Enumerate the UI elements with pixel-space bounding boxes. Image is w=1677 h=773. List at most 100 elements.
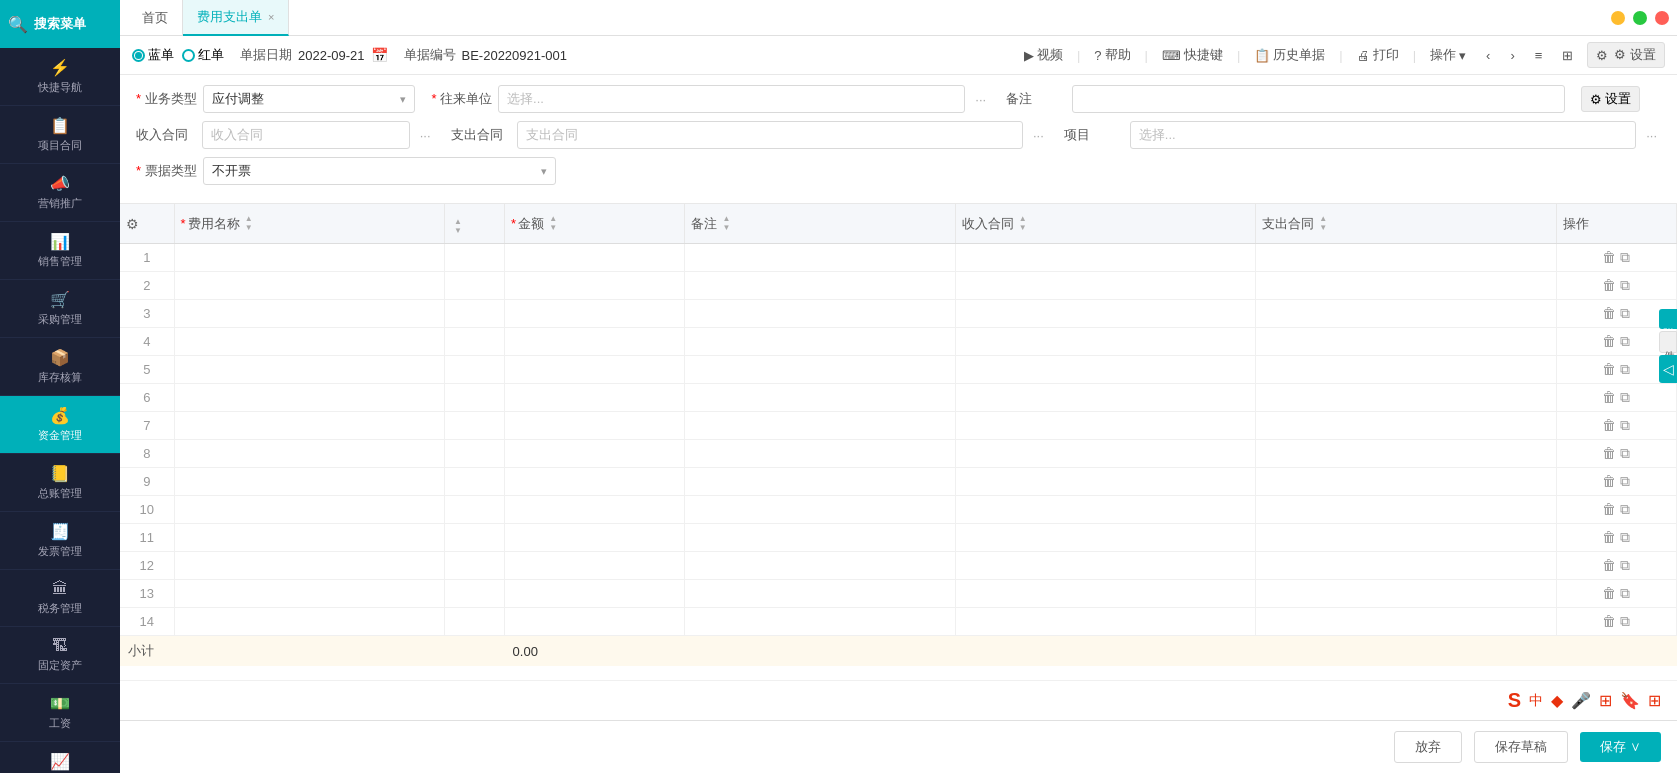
row-expense[interactable] xyxy=(1256,496,1556,524)
row-name[interactable] xyxy=(174,580,444,608)
row-note[interactable] xyxy=(685,552,955,580)
row-amount[interactable] xyxy=(505,524,685,552)
delete-icon[interactable]: 🗑 xyxy=(1602,557,1616,574)
copy-icon[interactable]: ⧉ xyxy=(1620,557,1630,574)
shortcut-button[interactable]: ⌨ 快捷键 xyxy=(1156,44,1229,66)
row-sort[interactable] xyxy=(445,300,505,328)
row-name[interactable] xyxy=(174,412,444,440)
sidebar-item-assets[interactable]: 🏗 固定资产 xyxy=(0,627,120,684)
minimize-button[interactable] xyxy=(1611,11,1625,25)
sort-col-arrows[interactable]: ▲ ▼ xyxy=(454,218,462,235)
delete-icon[interactable]: 🗑 xyxy=(1602,361,1616,378)
row-expense[interactable] xyxy=(1256,412,1556,440)
delete-icon[interactable]: 🗑 xyxy=(1602,501,1616,518)
amount-sort-arrows[interactable]: ▲ ▼ xyxy=(549,215,557,232)
settings-button[interactable]: ⚙ ⚙ 设置 xyxy=(1587,42,1665,68)
row-amount[interactable] xyxy=(505,272,685,300)
tab-home[interactable]: 首页 xyxy=(128,0,183,36)
row-expense[interactable] xyxy=(1256,468,1556,496)
row-note[interactable] xyxy=(685,496,955,524)
radio-red[interactable]: 红单 xyxy=(182,46,224,64)
row-income[interactable] xyxy=(955,412,1255,440)
sidebar-item-marketing[interactable]: 📣 营销推广 xyxy=(0,164,120,222)
partner-input[interactable]: 选择... xyxy=(498,85,965,113)
row-note[interactable] xyxy=(685,412,955,440)
copy-icon[interactable]: ⧉ xyxy=(1620,445,1630,462)
row-amount[interactable] xyxy=(505,552,685,580)
row-name[interactable] xyxy=(174,300,444,328)
copy-icon[interactable]: ⧉ xyxy=(1620,277,1630,294)
delete-icon[interactable]: 🗑 xyxy=(1602,585,1616,602)
sidebar-item-quick-nav[interactable]: ⚡ 快捷导航 xyxy=(0,48,120,106)
date-value[interactable]: 2022-09-21 xyxy=(298,48,365,63)
row-expense[interactable] xyxy=(1256,608,1556,636)
row-sort[interactable] xyxy=(445,328,505,356)
row-sort[interactable] xyxy=(445,524,505,552)
copy-icon[interactable]: ⧉ xyxy=(1620,473,1630,490)
sidebar-item-ops[interactable]: 📈 经营管理 xyxy=(0,742,120,773)
expense-contract-input[interactable]: 支出合同 xyxy=(517,121,1023,149)
invoice-type-select[interactable]: 不开票 ▾ xyxy=(203,157,556,185)
row-amount[interactable] xyxy=(505,356,685,384)
calendar-icon[interactable]: 📅 xyxy=(371,47,388,63)
copy-icon[interactable]: ⧉ xyxy=(1620,249,1630,266)
row-amount[interactable] xyxy=(505,468,685,496)
row-income[interactable] xyxy=(955,384,1255,412)
row-amount[interactable] xyxy=(505,384,685,412)
row-expense[interactable] xyxy=(1256,328,1556,356)
sidebar-item-sales[interactable]: 📊 销售管理 xyxy=(0,222,120,280)
row-amount[interactable] xyxy=(505,440,685,468)
row-amount[interactable] xyxy=(505,300,685,328)
maximize-button[interactable] xyxy=(1633,11,1647,25)
row-income[interactable] xyxy=(955,328,1255,356)
expense-sort-arrows[interactable]: ▲ ▼ xyxy=(1319,215,1327,232)
draft-button[interactable]: 保存草稿 xyxy=(1474,731,1568,763)
tab-expense[interactable]: 费用支出单 × xyxy=(183,0,289,36)
row-sort[interactable] xyxy=(445,356,505,384)
copy-icon[interactable]: ⧉ xyxy=(1620,333,1630,350)
sidebar-item-project-contract[interactable]: 📋 项目合同 xyxy=(0,106,120,164)
row-expense[interactable] xyxy=(1256,384,1556,412)
row-sort[interactable] xyxy=(445,580,505,608)
float-tab-attachment[interactable]: 附 xyxy=(1659,309,1677,329)
close-button[interactable] xyxy=(1655,11,1669,25)
radio-blue[interactable]: 蓝单 xyxy=(132,46,174,64)
row-note[interactable] xyxy=(685,272,955,300)
zhong-icon[interactable]: 中 xyxy=(1529,692,1543,710)
bookmark-icon[interactable]: 🔖 xyxy=(1620,691,1640,710)
grid-view-button[interactable]: ⊞ xyxy=(1556,46,1579,65)
row-income[interactable] xyxy=(955,608,1255,636)
sidebar-item-purchase[interactable]: 🛒 采购管理 xyxy=(0,280,120,338)
s-icon[interactable]: S xyxy=(1508,689,1521,712)
row-expense[interactable] xyxy=(1256,580,1556,608)
row-expense[interactable] xyxy=(1256,552,1556,580)
row-name[interactable] xyxy=(174,356,444,384)
row-amount[interactable] xyxy=(505,328,685,356)
row-income[interactable] xyxy=(955,552,1255,580)
row-income[interactable] xyxy=(955,468,1255,496)
row-sort[interactable] xyxy=(445,412,505,440)
copy-icon[interactable]: ⧉ xyxy=(1620,529,1630,546)
copy-icon[interactable]: ⧉ xyxy=(1620,305,1630,322)
prev-button[interactable]: ‹ xyxy=(1480,46,1496,65)
row-note[interactable] xyxy=(685,328,955,356)
row-income[interactable] xyxy=(955,272,1255,300)
row-income[interactable] xyxy=(955,580,1255,608)
income-sort-arrows[interactable]: ▲ ▼ xyxy=(1019,215,1027,232)
copy-icon[interactable]: ⧉ xyxy=(1620,585,1630,602)
row-name[interactable] xyxy=(174,468,444,496)
row-name[interactable] xyxy=(174,272,444,300)
grid-icon[interactable]: ⊞ xyxy=(1599,691,1612,710)
business-type-select[interactable]: 应付调整 ▾ xyxy=(203,85,416,113)
save-button[interactable]: 保存 ∨ xyxy=(1580,732,1661,762)
th-sort-col[interactable]: ▲ ▼ xyxy=(445,204,505,244)
row-income[interactable] xyxy=(955,300,1255,328)
row-amount[interactable] xyxy=(505,580,685,608)
mic-icon[interactable]: 🎤 xyxy=(1571,691,1591,710)
history-button[interactable]: 📋 历史单据 xyxy=(1248,44,1331,66)
income-contract-more[interactable]: ··· xyxy=(416,128,435,143)
row-note[interactable] xyxy=(685,580,955,608)
row-name[interactable] xyxy=(174,608,444,636)
help-button[interactable]: ? 帮助 xyxy=(1088,44,1136,66)
sidebar-item-inventory[interactable]: 📦 库存核算 xyxy=(0,338,120,396)
